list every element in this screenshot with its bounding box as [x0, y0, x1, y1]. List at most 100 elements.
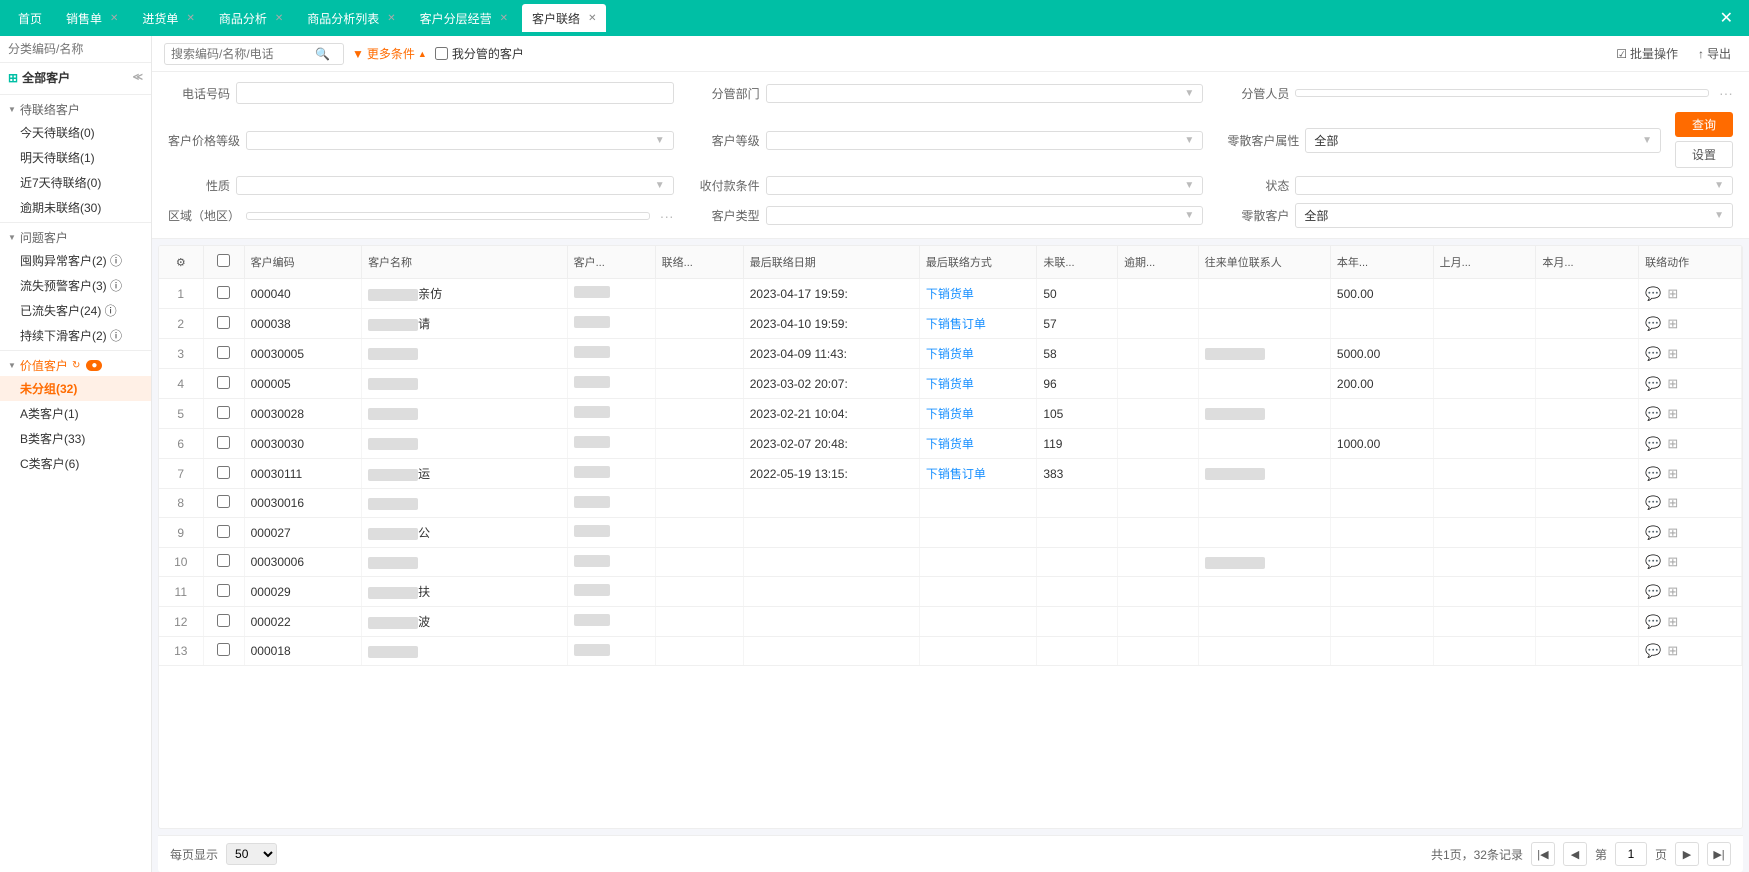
tab-sales[interactable]: 销售单 ✕	[56, 4, 128, 32]
tab-customer-contact[interactable]: 客户联络 ✕	[522, 4, 606, 32]
more-icon[interactable]: ⊞	[1667, 554, 1678, 570]
row-checkbox[interactable]	[217, 436, 230, 449]
contact-icon[interactable]: 💬	[1645, 584, 1661, 600]
select-all-checkbox[interactable]	[217, 254, 230, 267]
more-conditions-btn[interactable]: ▼ 更多条件 ▲	[352, 45, 427, 62]
contact-icon[interactable]: 💬	[1645, 614, 1661, 630]
contact-icon[interactable]: 💬	[1645, 316, 1661, 332]
region-dots[interactable]: ···	[660, 208, 674, 224]
row-checkbox[interactable]	[217, 495, 230, 508]
my-customers-check[interactable]	[435, 47, 448, 60]
sidebar-item-overdue[interactable]: 逾期未联络(30)	[0, 195, 151, 220]
my-customers-checkbox[interactable]: 我分管的客户	[435, 45, 524, 62]
group-problem-customers[interactable]: ▼ 问题客户	[0, 225, 151, 248]
filter-region-input[interactable]	[246, 212, 650, 220]
row-checkbox-cell[interactable]	[203, 607, 244, 637]
contact-icon[interactable]: 💬	[1645, 495, 1661, 511]
batch-ops-btn[interactable]: ☑ 批量操作	[1610, 42, 1684, 65]
row-checkbox-cell[interactable]	[203, 637, 244, 666]
filter-phone-input[interactable]	[236, 82, 674, 104]
row-checkbox-cell[interactable]	[203, 429, 244, 459]
per-page-select[interactable]: 50 100 200	[226, 843, 277, 865]
sidebar-item-c-class[interactable]: C类客户(6)	[0, 451, 151, 476]
search-input[interactable]	[171, 47, 311, 61]
search-icon[interactable]: 🔍	[315, 47, 330, 61]
window-close-btn[interactable]: ✕	[1712, 8, 1741, 28]
contact-icon[interactable]: 💬	[1645, 346, 1661, 362]
sidebar-item-declining[interactable]: 持续下滑客户(2) ⓘ	[0, 323, 151, 348]
contact-icon[interactable]: 💬	[1645, 436, 1661, 452]
phone-input[interactable]	[245, 86, 665, 100]
close-customer-contact-tab[interactable]: ✕	[588, 13, 596, 24]
sidebar-item-abnormal[interactable]: 囤购异常客户(2) ⓘ	[0, 248, 151, 273]
more-icon[interactable]: ⊞	[1667, 525, 1678, 541]
lastway-link[interactable]: 下销货单	[926, 377, 974, 391]
row-checkbox[interactable]	[217, 406, 230, 419]
page-input[interactable]	[1615, 842, 1647, 866]
prev-page-btn[interactable]: ◀	[1563, 842, 1587, 866]
more-icon[interactable]: ⊞	[1667, 436, 1678, 452]
tab-product-analysis[interactable]: 商品分析 ✕	[209, 4, 293, 32]
group-value-customers[interactable]: ▼ 价值客户 ↻ ●	[0, 353, 151, 376]
sidebar-item-a-class[interactable]: A类客户(1)	[0, 401, 151, 426]
filter-dept-select[interactable]: ▼	[766, 84, 1204, 103]
more-icon[interactable]: ⊞	[1667, 584, 1678, 600]
row-checkbox[interactable]	[217, 346, 230, 359]
col-settings[interactable]: ⚙	[159, 246, 203, 279]
row-checkbox-cell[interactable]	[203, 459, 244, 489]
close-product-list-tab[interactable]: ✕	[387, 13, 395, 24]
manager-dots[interactable]: ···	[1719, 85, 1733, 101]
filter-retail-attr-select[interactable]: 全部 ▼	[1305, 128, 1661, 153]
sidebar-item-tomorrow[interactable]: 明天待联络(1)	[0, 145, 151, 170]
sidebar-item-b-class[interactable]: B类客户(33)	[0, 426, 151, 451]
row-checkbox[interactable]	[217, 584, 230, 597]
contact-icon[interactable]: 💬	[1645, 643, 1661, 659]
sidebar-search-input[interactable]	[8, 42, 152, 56]
contact-icon[interactable]: 💬	[1645, 525, 1661, 541]
contact-icon[interactable]: 💬	[1645, 376, 1661, 392]
more-icon[interactable]: ⊞	[1667, 376, 1678, 392]
tab-purchase[interactable]: 进货单 ✕	[132, 4, 204, 32]
sidebar-item-today[interactable]: 今天待联络(0)	[0, 120, 151, 145]
close-product-analysis-tab[interactable]: ✕	[275, 13, 283, 24]
lastway-link[interactable]: 下销货单	[926, 407, 974, 421]
row-checkbox-cell[interactable]	[203, 279, 244, 309]
row-checkbox[interactable]	[217, 286, 230, 299]
close-customer-tier-tab[interactable]: ✕	[500, 13, 508, 24]
row-checkbox-cell[interactable]	[203, 489, 244, 518]
more-icon[interactable]: ⊞	[1667, 286, 1678, 302]
row-checkbox-cell[interactable]	[203, 309, 244, 339]
first-page-btn[interactable]: |◀	[1531, 842, 1555, 866]
row-checkbox[interactable]	[217, 316, 230, 329]
tab-home[interactable]: 首页	[8, 4, 52, 32]
row-checkbox[interactable]	[217, 525, 230, 538]
row-checkbox-cell[interactable]	[203, 339, 244, 369]
tab-product-list[interactable]: 商品分析列表 ✕	[297, 4, 405, 32]
more-icon[interactable]: ⊞	[1667, 466, 1678, 482]
refresh-icon[interactable]: ↻	[72, 360, 80, 371]
next-page-btn[interactable]: ▶	[1675, 842, 1699, 866]
row-checkbox[interactable]	[217, 643, 230, 656]
close-sales-tab[interactable]: ✕	[110, 13, 118, 24]
export-btn[interactable]: ↑ 导出	[1692, 42, 1737, 65]
row-checkbox[interactable]	[217, 466, 230, 479]
contact-icon[interactable]: 💬	[1645, 466, 1661, 482]
sidebar-item-churned[interactable]: 已流失客户(24) ⓘ	[0, 298, 151, 323]
sidebar-item-ungraded[interactable]: 未分组(32)	[0, 376, 151, 401]
more-icon[interactable]: ⊞	[1667, 346, 1678, 362]
row-checkbox-cell[interactable]	[203, 399, 244, 429]
filter-status-select[interactable]: ▼	[1295, 176, 1733, 195]
row-checkbox[interactable]	[217, 554, 230, 567]
filter-payment-select[interactable]: ▼	[766, 176, 1204, 195]
all-customers-header[interactable]: ⊞ 全部客户 ≪	[0, 63, 151, 92]
more-icon[interactable]: ⊞	[1667, 316, 1678, 332]
row-checkbox-cell[interactable]	[203, 577, 244, 607]
contact-icon[interactable]: 💬	[1645, 406, 1661, 422]
query-button[interactable]: 查询	[1675, 112, 1733, 137]
lastway-link[interactable]: 下销货单	[926, 287, 974, 301]
close-purchase-tab[interactable]: ✕	[186, 13, 194, 24]
filter-manager-input[interactable]	[1295, 89, 1709, 97]
more-icon[interactable]: ⊞	[1667, 495, 1678, 511]
more-icon[interactable]: ⊞	[1667, 614, 1678, 630]
row-checkbox-cell[interactable]	[203, 518, 244, 548]
